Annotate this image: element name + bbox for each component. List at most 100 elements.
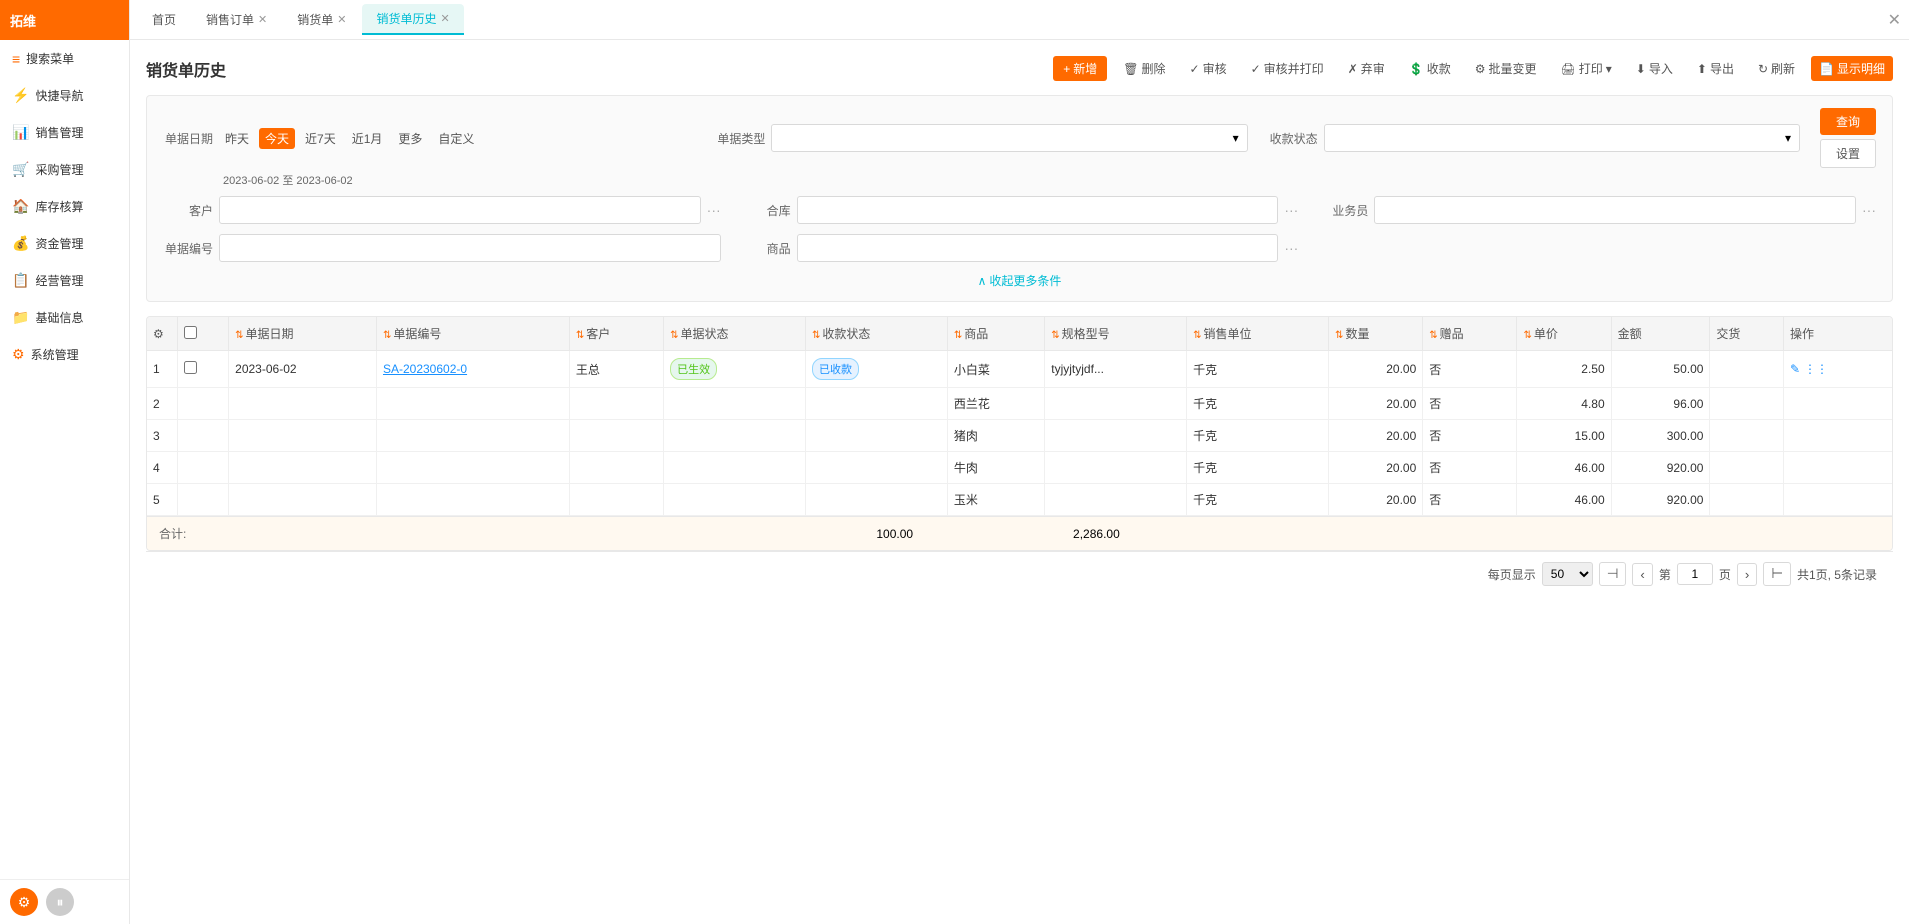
- cell-action: [1783, 420, 1892, 452]
- salesperson-ellipsis[interactable]: ···: [1862, 202, 1876, 218]
- edit-action-btn[interactable]: ✎: [1790, 362, 1800, 376]
- sidebar-item-search-menu[interactable]: ≡ 搜索菜单: [0, 40, 129, 77]
- cell-doc-status: 已生效: [664, 351, 806, 388]
- tab-sales-delivery-close[interactable]: ✕: [337, 13, 346, 26]
- cell-checkbox[interactable]: [177, 388, 229, 420]
- sidebar-item-ops-mgmt[interactable]: 📋 经营管理: [0, 262, 129, 299]
- sidebar-item-label: 搜索菜单: [26, 50, 74, 67]
- th-collect-status[interactable]: ⇅收款状态: [805, 317, 947, 351]
- sidebar-settings-btn[interactable]: ⚙: [10, 888, 38, 916]
- audit-button[interactable]: ✓ 审核: [1182, 56, 1235, 81]
- goods-ellipsis[interactable]: ···: [1284, 240, 1298, 256]
- date-tab-7days[interactable]: 近7天: [299, 128, 342, 149]
- salesperson-input[interactable]: [1374, 196, 1856, 224]
- tab-home[interactable]: 首页: [138, 5, 190, 34]
- audit-icon: ✓: [1190, 62, 1200, 76]
- sort-gift-icon: ⇅: [1429, 330, 1437, 341]
- cell-doc-status: [664, 484, 806, 516]
- th-goods[interactable]: ⇅商品: [947, 317, 1044, 351]
- collapse-btn[interactable]: ∧ 收起更多条件: [163, 272, 1876, 289]
- customer-input[interactable]: [219, 196, 701, 224]
- row-checkbox[interactable]: [184, 361, 197, 374]
- batch-change-button[interactable]: ⚙ 批量变更: [1467, 56, 1545, 81]
- warehouse-input[interactable]: [797, 196, 1279, 224]
- page-input[interactable]: [1677, 563, 1713, 585]
- sidebar-item-sales-mgmt[interactable]: 📊 销售管理: [0, 114, 129, 151]
- warehouse-ellipsis[interactable]: ···: [1284, 202, 1298, 218]
- sidebar-item-basic-info[interactable]: 📁 基础信息: [0, 299, 129, 336]
- cell-doc-no[interactable]: [376, 420, 569, 452]
- first-page-btn[interactable]: ⊣: [1599, 562, 1627, 586]
- sidebar-item-purchase-mgmt[interactable]: 🛒 采购管理: [0, 151, 129, 188]
- date-tab-more[interactable]: 更多: [392, 128, 428, 149]
- add-button[interactable]: + 新增: [1053, 56, 1107, 81]
- tab-sales-order-close[interactable]: ✕: [258, 13, 267, 26]
- cell-customer: [569, 388, 663, 420]
- delete-button[interactable]: 🗑 删除: [1115, 56, 1173, 81]
- collect-status-select[interactable]: ▾: [1324, 124, 1800, 152]
- th-checkbox[interactable]: [177, 317, 229, 351]
- th-gift[interactable]: ⇅赠品: [1423, 317, 1517, 351]
- th-doc-no[interactable]: ⇅单据编号: [376, 317, 569, 351]
- cell-collect-status: 已收款: [805, 351, 947, 388]
- sidebar-item-sys-mgmt[interactable]: ⚙ 系统管理: [0, 336, 129, 373]
- cell-doc-no[interactable]: SA-20230602-0: [376, 351, 569, 388]
- th-unit[interactable]: ⇅销售单位: [1187, 317, 1329, 351]
- th-customer[interactable]: ⇅客户: [569, 317, 663, 351]
- sidebar-pause-btn[interactable]: ⏸: [46, 888, 74, 916]
- customer-ellipsis[interactable]: ···: [707, 202, 721, 218]
- sidebar-item-inventory-calc[interactable]: 🏠 库存核算: [0, 188, 129, 225]
- last-page-btn[interactable]: ⊢: [1763, 562, 1791, 586]
- refresh-button[interactable]: ↻ 刷新: [1750, 56, 1803, 81]
- tab-sales-delivery-history-close[interactable]: ✕: [441, 12, 450, 25]
- cell-checkbox[interactable]: [177, 351, 229, 388]
- prev-page-btn[interactable]: ‹: [1632, 563, 1652, 586]
- query-button[interactable]: 查询: [1820, 108, 1876, 135]
- more-action-btn[interactable]: ⋮⋮: [1804, 362, 1828, 376]
- cell-doc-no[interactable]: [376, 452, 569, 484]
- cell-doc-no[interactable]: [376, 388, 569, 420]
- cell-checkbox[interactable]: [177, 452, 229, 484]
- select-all-checkbox[interactable]: [184, 326, 197, 339]
- cell-checkbox[interactable]: [177, 420, 229, 452]
- doc-type-select[interactable]: ▾: [771, 124, 1247, 152]
- sidebar-item-fund-mgmt[interactable]: 💰 资金管理: [0, 225, 129, 262]
- tab-sales-order[interactable]: 销售订单 ✕: [192, 5, 281, 34]
- cell-doc-no[interactable]: [376, 484, 569, 516]
- next-page-btn[interactable]: ›: [1737, 563, 1757, 586]
- abandon-button[interactable]: ✗ 弃审: [1340, 56, 1393, 81]
- sort-goods-icon: ⇅: [954, 330, 962, 341]
- cell-checkbox[interactable]: [177, 484, 229, 516]
- sidebar-item-quick-nav[interactable]: ⚡ 快捷导航: [0, 77, 129, 114]
- inventory-calc-icon: 🏠: [12, 198, 29, 215]
- set-button[interactable]: 设置: [1820, 139, 1876, 168]
- export-button[interactable]: ⬆ 导出: [1689, 56, 1742, 81]
- th-qty[interactable]: ⇅数量: [1329, 317, 1423, 351]
- warehouse-label: 合库: [741, 202, 791, 219]
- per-page-select[interactable]: 50 100 200: [1542, 562, 1593, 586]
- doc-no-input[interactable]: [219, 234, 721, 262]
- tab-close-all-btn[interactable]: ✕: [1888, 10, 1901, 30]
- main-area: 首页 销售订单 ✕ 销货单 ✕ 销货单历史 ✕ ✕ 销货单历史 + 新增: [130, 0, 1909, 924]
- th-date[interactable]: ⇅单据日期: [229, 317, 377, 351]
- th-price[interactable]: ⇅单价: [1517, 317, 1611, 351]
- tab-sales-delivery-history[interactable]: 销货单历史 ✕: [362, 4, 463, 35]
- table-row: 3 猪肉 千克 20.00 否 15.00 300.00: [147, 420, 1892, 452]
- cell-collect-status: [805, 388, 947, 420]
- print-button[interactable]: 🖨 打印 ▾: [1553, 56, 1620, 81]
- th-spec[interactable]: ⇅规格型号: [1045, 317, 1187, 351]
- date-tab-custom[interactable]: 自定义: [432, 128, 480, 149]
- show-detail-button[interactable]: 📄 显示明细: [1811, 56, 1893, 81]
- th-action: 操作: [1783, 317, 1892, 351]
- tab-sales-delivery[interactable]: 销货单 ✕: [283, 5, 360, 34]
- goods-input[interactable]: [797, 234, 1279, 262]
- date-tab-1month[interactable]: 近1月: [346, 128, 389, 149]
- import-button[interactable]: ⬇ 导入: [1628, 56, 1681, 81]
- audit-print-button[interactable]: ✓ 审核并打印: [1243, 56, 1332, 81]
- th-doc-status[interactable]: ⇅单据状态: [664, 317, 806, 351]
- th-settings[interactable]: ⚙: [147, 317, 177, 351]
- delete-label: 删除: [1142, 60, 1166, 77]
- date-tab-yesterday[interactable]: 昨天: [219, 128, 255, 149]
- collect-button[interactable]: 💲 收款: [1401, 56, 1459, 81]
- date-tab-today[interactable]: 今天: [259, 128, 295, 149]
